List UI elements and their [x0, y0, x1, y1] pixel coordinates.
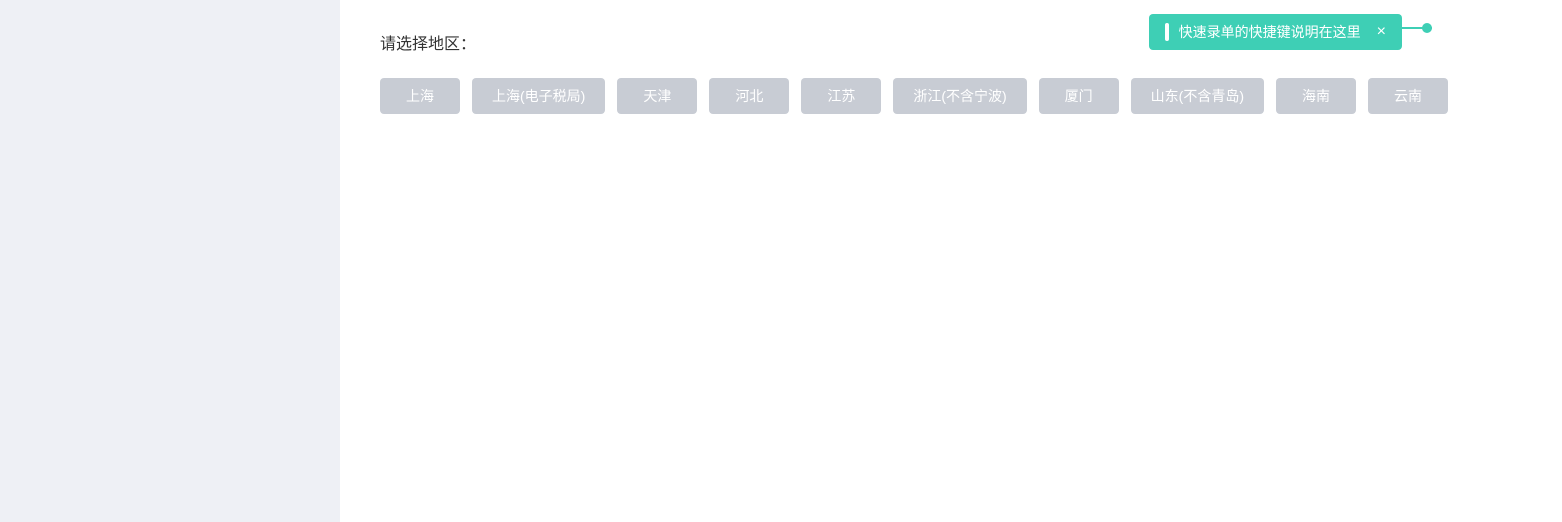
- region-button-shandong[interactable]: 山东(不含青岛): [1131, 78, 1264, 114]
- region-button-hebei[interactable]: 河北: [709, 78, 789, 114]
- region-button-hainan[interactable]: 海南: [1276, 78, 1356, 114]
- main-content: 请选择地区： 上海上海(电子税局)天津河北江苏浙江(不含宁波)厦门山东(不含青岛…: [340, 0, 1562, 522]
- region-grid: 上海上海(电子税局) 天津河北江苏浙江(不含宁波) 厦门山东(不含青岛) 海南云南: [380, 78, 1522, 114]
- left-sidebar: [0, 0, 340, 522]
- region-button-yunnan[interactable]: 云南: [1368, 78, 1448, 114]
- tooltip-connector-dot: [1422, 23, 1432, 33]
- region-button-zhejiang[interactable]: 浙江(不含宁波): [893, 78, 1026, 114]
- region-button-shanghai-tax[interactable]: 上海(电子税局): [472, 78, 605, 114]
- tooltip-accent-bar: [1165, 23, 1169, 41]
- region-button-jiangsu[interactable]: 江苏: [801, 78, 881, 114]
- region-button-xiamen[interactable]: 厦门: [1039, 78, 1119, 114]
- tooltip-banner: 快速录单的快捷键说明在这里 ×: [1149, 14, 1402, 50]
- region-button-tianjin[interactable]: 天津: [617, 78, 697, 114]
- region-button-shanghai[interactable]: 上海: [380, 78, 460, 114]
- tooltip-close-button[interactable]: ×: [1377, 24, 1386, 40]
- tooltip-text: 快速录单的快捷键说明在这里: [1179, 22, 1361, 42]
